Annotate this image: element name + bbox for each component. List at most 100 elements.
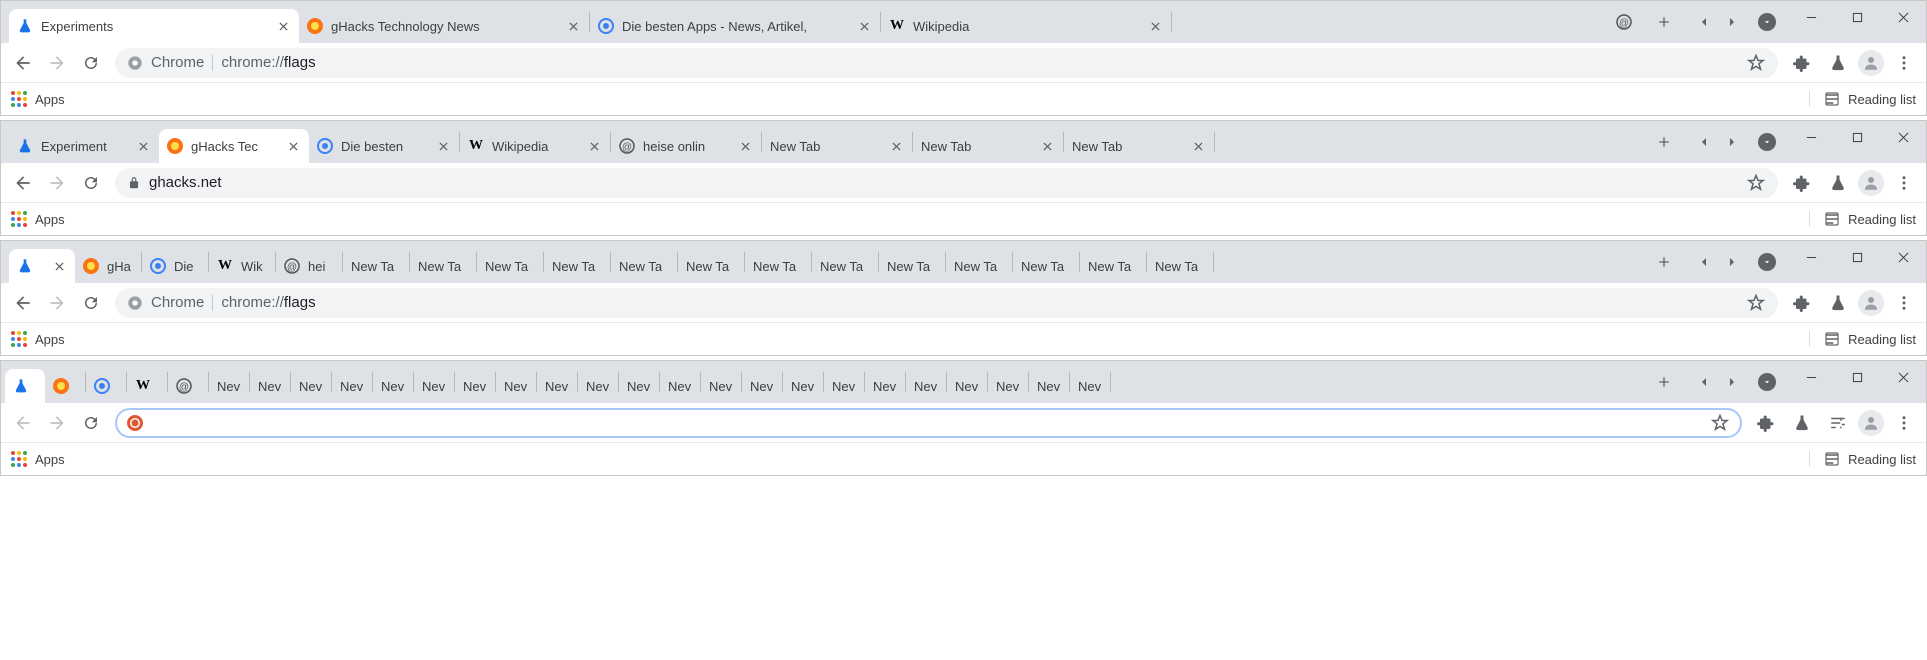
labs-button[interactable] — [1822, 287, 1854, 319]
reload-button[interactable] — [75, 167, 107, 199]
extensions-button[interactable] — [1786, 287, 1818, 319]
tab[interactable]: @heise onlin — [611, 129, 761, 163]
tab[interactable]: Nev — [373, 369, 413, 403]
tab[interactable]: New Tab — [762, 129, 912, 163]
tab[interactable]: gHacks Technology News — [299, 9, 589, 43]
tab[interactable] — [9, 249, 75, 283]
tab[interactable]: Nev — [865, 369, 905, 403]
reading-list-button[interactable]: Reading list — [1809, 91, 1916, 107]
tab-scroll-right-button[interactable] — [1718, 128, 1746, 156]
tab[interactable]: Die besten — [309, 129, 459, 163]
tab-scroll-left-button[interactable] — [1690, 8, 1718, 36]
labs-button[interactable] — [1786, 407, 1818, 439]
tab[interactable]: Nev — [414, 369, 454, 403]
tab[interactable]: Nev — [455, 369, 495, 403]
tab[interactable]: Nev — [906, 369, 946, 403]
tab[interactable]: Nev — [619, 369, 659, 403]
address-bar[interactable]: Chromechrome://flags — [115, 48, 1778, 78]
reading-list-button[interactable]: Reading list — [1809, 331, 1916, 347]
tab[interactable]: W — [127, 369, 167, 403]
labs-button[interactable] — [1822, 47, 1854, 79]
tab[interactable]: New Ta — [1147, 249, 1213, 283]
tab[interactable]: New Ta — [544, 249, 610, 283]
apps-button[interactable]: Apps — [11, 91, 65, 107]
back-button[interactable] — [7, 167, 39, 199]
tab-close-button[interactable] — [586, 138, 602, 154]
tab[interactable]: @hei — [276, 249, 342, 283]
address-bar[interactable]: ghacks.net — [115, 168, 1778, 198]
address-bar[interactable]: Chromechrome://flags — [115, 288, 1778, 318]
tab[interactable]: Nev — [1029, 369, 1069, 403]
tab-close-button[interactable] — [737, 138, 753, 154]
site-info-icon[interactable] — [127, 176, 141, 190]
forward-button[interactable] — [41, 47, 73, 79]
tab[interactable]: gHa — [75, 249, 141, 283]
chrome-menu-button[interactable] — [1888, 167, 1920, 199]
tab-search-button[interactable] — [1758, 373, 1776, 391]
tab[interactable]: Nev — [783, 369, 823, 403]
extensions-button[interactable] — [1786, 47, 1818, 79]
tab[interactable]: Die — [142, 249, 208, 283]
tab[interactable]: Nev — [496, 369, 536, 403]
tab-scroll-left-button[interactable] — [1690, 248, 1718, 276]
tab[interactable]: @ — [168, 369, 208, 403]
tab-close-button[interactable] — [135, 138, 151, 154]
url-text[interactable]: ghacks.net — [149, 174, 1738, 191]
tab-close-button[interactable] — [51, 258, 67, 274]
tab[interactable]: Nev — [742, 369, 782, 403]
tab-close-button[interactable] — [856, 18, 872, 34]
reload-button[interactable] — [75, 287, 107, 319]
tab[interactable]: Nev — [578, 369, 618, 403]
forward-button[interactable] — [41, 167, 73, 199]
extensions-button[interactable] — [1786, 167, 1818, 199]
tab-search-button[interactable] — [1758, 133, 1776, 151]
tab-close-button[interactable] — [1190, 138, 1206, 154]
site-chip[interactable]: Chrome — [127, 294, 204, 311]
tab[interactable]: New Ta — [343, 249, 409, 283]
tab[interactable]: Nev — [701, 369, 741, 403]
profile-button[interactable] — [1858, 410, 1884, 436]
new-tab-button[interactable] — [1650, 8, 1678, 36]
forward-button[interactable] — [41, 287, 73, 319]
tab[interactable]: Nev — [988, 369, 1028, 403]
tab[interactable]: WWik — [209, 249, 275, 283]
tab[interactable] — [5, 369, 45, 403]
tab-close-button[interactable] — [285, 138, 301, 154]
chrome-menu-button[interactable] — [1888, 407, 1920, 439]
tab[interactable] — [86, 369, 126, 403]
tab-scroll-right-button[interactable] — [1718, 248, 1746, 276]
back-button[interactable] — [7, 287, 39, 319]
tab-close-button[interactable] — [565, 18, 581, 34]
tab-close-button[interactable] — [1147, 18, 1163, 34]
tab-scroll-left-button[interactable] — [1690, 128, 1718, 156]
new-tab-button[interactable] — [1650, 248, 1678, 276]
tab[interactable]: New Ta — [410, 249, 476, 283]
tab[interactable]: gHacks Tec — [159, 129, 309, 163]
reload-button[interactable] — [75, 407, 107, 439]
tab[interactable]: New Ta — [1080, 249, 1146, 283]
tab-close-button[interactable] — [435, 138, 451, 154]
bookmark-star-button[interactable] — [1746, 53, 1766, 73]
heise-icon[interactable]: @ — [1610, 8, 1638, 36]
back-button[interactable] — [7, 407, 39, 439]
tab-scroll-right-button[interactable] — [1718, 8, 1746, 36]
tab[interactable]: New Tab — [913, 129, 1063, 163]
forward-button[interactable] — [41, 407, 73, 439]
tab[interactable]: New Ta — [678, 249, 744, 283]
reload-button[interactable] — [75, 47, 107, 79]
tab[interactable]: Nev — [660, 369, 700, 403]
tab[interactable]: Nev — [1070, 369, 1110, 403]
tab[interactable]: New Ta — [946, 249, 1012, 283]
new-tab-button[interactable] — [1650, 368, 1678, 396]
reading-list-button[interactable]: Reading list — [1809, 211, 1916, 227]
bookmark-star-button[interactable] — [1746, 293, 1766, 313]
chrome-menu-button[interactable] — [1888, 47, 1920, 79]
tab[interactable]: Nev — [537, 369, 577, 403]
tab[interactable]: New Tab — [1064, 129, 1214, 163]
bookmark-star-button[interactable] — [1746, 173, 1766, 193]
tab[interactable]: New Ta — [477, 249, 543, 283]
tab[interactable] — [45, 369, 85, 403]
tab[interactable]: Nev — [250, 369, 290, 403]
new-tab-button[interactable] — [1650, 128, 1678, 156]
address-bar[interactable] — [115, 408, 1742, 438]
